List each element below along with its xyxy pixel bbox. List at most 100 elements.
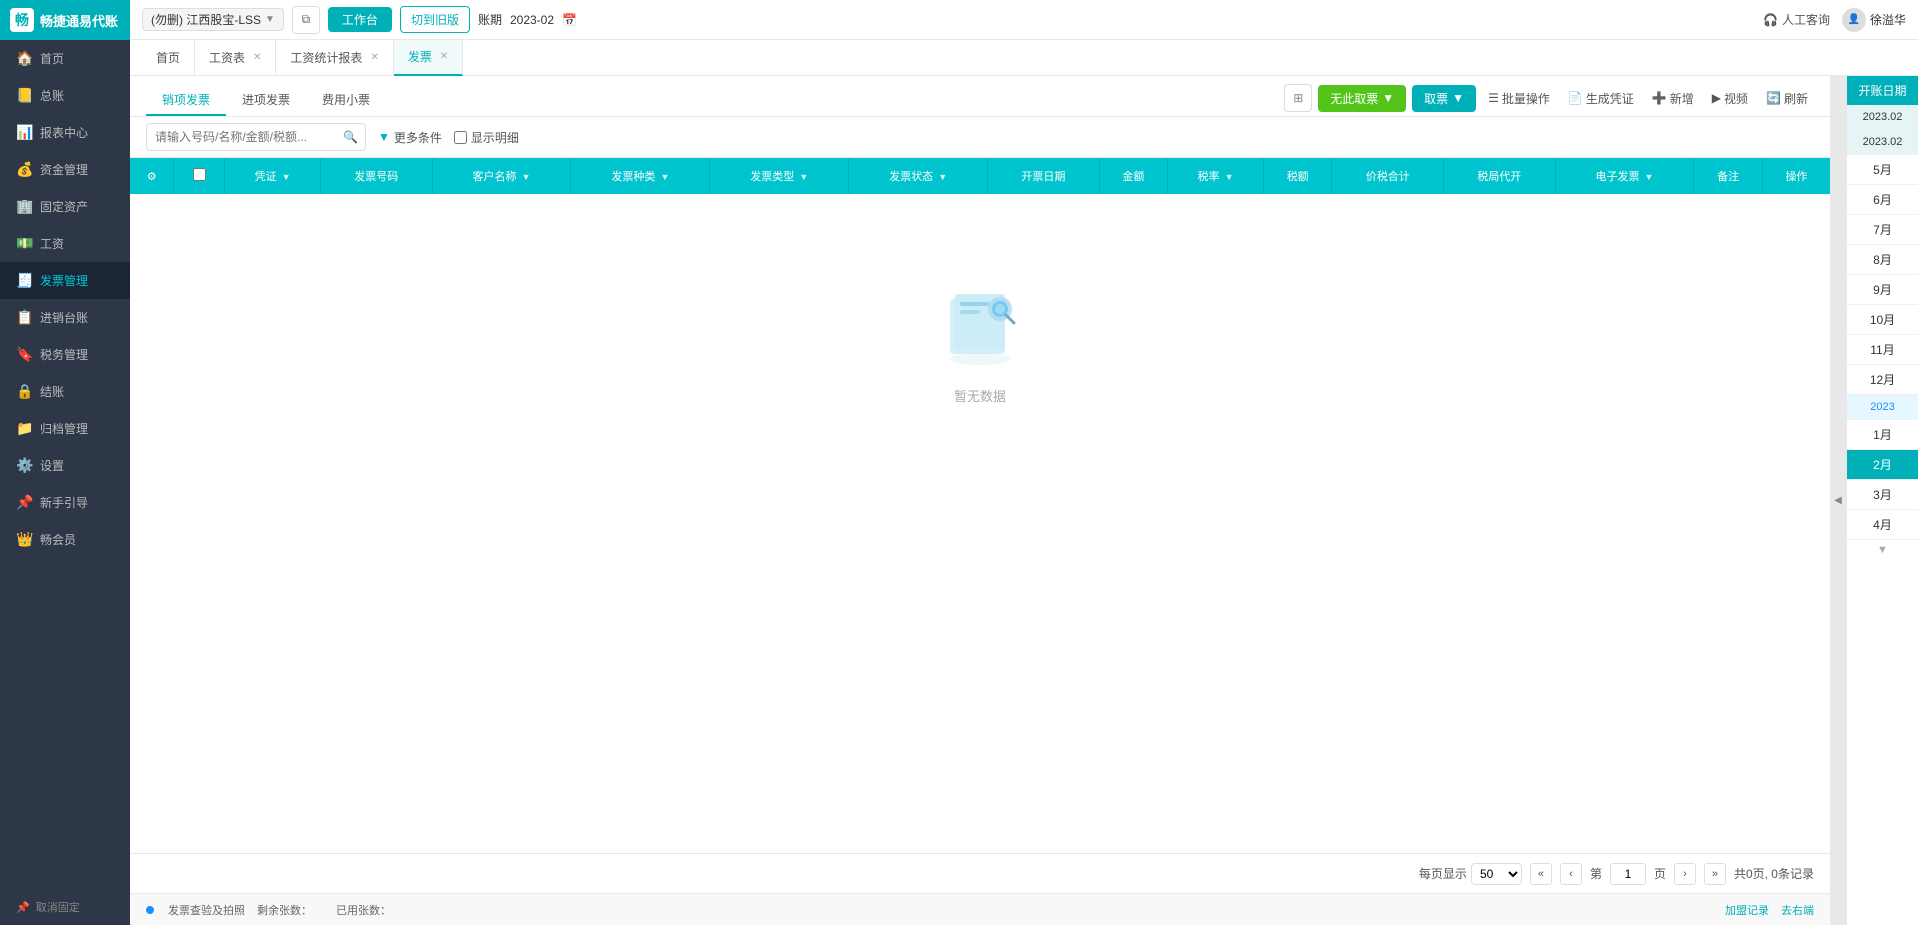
sidebar-item-settings[interactable]: ⚙️ 设置: [0, 447, 130, 484]
service-btn[interactable]: 🎧 人工客询: [1763, 11, 1830, 28]
date-entry-2[interactable]: 7月: [1847, 215, 1918, 245]
tab-label-invoice: 发票: [408, 48, 432, 65]
copy-icon-btn[interactable]: ⧉: [292, 6, 320, 34]
show-detail-checkbox[interactable]: 显示明细: [454, 129, 519, 146]
tab-invoice[interactable]: 发票 ✕: [394, 40, 463, 76]
empty-text: 暂无数据: [954, 386, 1006, 405]
last-page-btn[interactable]: »: [1704, 863, 1726, 885]
empty-state: 暂无数据: [130, 194, 1830, 485]
date-entry-5[interactable]: 10月: [1847, 305, 1918, 335]
th-voucher[interactable]: 凭证 ▼: [225, 158, 321, 194]
tab-home[interactable]: 首页: [142, 40, 195, 76]
sales-icon: 📋: [16, 309, 32, 326]
date-entry-2023-02-top[interactable]: 2023.02: [1847, 105, 1918, 130]
no-invoice-arrow: ▼: [1382, 91, 1394, 105]
page-input[interactable]: [1610, 863, 1646, 885]
first-page-btn[interactable]: «: [1530, 863, 1552, 885]
sidebar-item-invoice[interactable]: 🧾 发票管理: [0, 262, 130, 299]
th-tax_rate[interactable]: 税率 ▼: [1168, 158, 1264, 194]
th-invoice_status[interactable]: 发票状态 ▼: [849, 158, 988, 194]
show-detail-check[interactable]: [454, 131, 467, 144]
sub-tab-sales-label: 销项发票: [162, 93, 210, 107]
grid-icon-btn[interactable]: ⊞: [1284, 84, 1312, 112]
company-selector[interactable]: (勿删) 江西股宝-LSS ▼: [142, 8, 284, 31]
refresh-label: 刷新: [1784, 90, 1808, 107]
user-info[interactable]: 👤 徐溢华: [1842, 8, 1906, 32]
sidebar-item-sales[interactable]: 📋 进销台账: [0, 299, 130, 336]
date-panel-header[interactable]: 开账日期: [1847, 76, 1918, 105]
sidebar-item-guide[interactable]: 📌 新手引导: [0, 484, 130, 521]
sidebar-item-reports[interactable]: 📊 报表中心: [0, 114, 130, 151]
tab-salary-report[interactable]: 工资统计报表✕: [276, 40, 393, 76]
refresh-btn[interactable]: 🔄 刷新: [1760, 86, 1814, 111]
new-icon: ➕: [1652, 91, 1667, 105]
prev-page-btn[interactable]: ‹: [1560, 863, 1582, 885]
no-invoice-btn[interactable]: 无此取票 ▼: [1318, 85, 1406, 112]
date-entry-11[interactable]: 3月: [1847, 480, 1918, 510]
take-ticket-btn[interactable]: 取票 ▼: [1412, 85, 1476, 112]
date-entry-1[interactable]: 6月: [1847, 185, 1918, 215]
join-link[interactable]: 加盟记录: [1725, 902, 1769, 918]
tab-salary[interactable]: 工资表✕: [195, 40, 276, 76]
ledger-icon: 📒: [16, 87, 32, 104]
period-calendar-icon[interactable]: 📅: [562, 13, 577, 27]
work-btn[interactable]: 工作台: [328, 7, 392, 32]
date-entry-8[interactable]: 2023: [1847, 395, 1918, 420]
th-tax_amount: 价税合计: [1332, 158, 1444, 194]
old-ver-btn[interactable]: 切到旧版: [400, 6, 470, 33]
member-icon: 👑: [16, 531, 32, 548]
date-entry-2023-02-top[interactable]: 2023.02: [1847, 130, 1918, 155]
tab-close-invoice[interactable]: ✕: [440, 51, 448, 62]
tab-close-salary-report[interactable]: ✕: [370, 52, 378, 63]
date-panel-expand[interactable]: ◀: [1830, 76, 1846, 925]
sub-tab-purchase[interactable]: 进项发票: [226, 85, 306, 116]
date-entry-0[interactable]: 5月: [1847, 155, 1918, 185]
gen-voucher-btn[interactable]: 📄 生成凭证: [1562, 86, 1640, 111]
next-page-btn[interactable]: ›: [1674, 863, 1696, 885]
date-entry-10[interactable]: 2月: [1847, 450, 1918, 480]
sidebar-bottom-btn[interactable]: 📌 取消固定: [0, 889, 130, 925]
date-entry-6[interactable]: 11月: [1847, 335, 1918, 365]
page-size-select[interactable]: 50 10 20 100: [1471, 863, 1522, 885]
topbar: (勿删) 江西股宝-LSS ▼ ⧉ 工作台 切到旧版 账期 2023-02 📅 …: [130, 0, 1918, 40]
more-filter-btn[interactable]: ▼ 更多条件: [378, 129, 442, 146]
sidebar-item-close[interactable]: 🔒 结账: [0, 373, 130, 410]
bottom-bar: 发票查验及拍照 剩余张数： 已用张数： 加盟记录 去右端: [130, 893, 1830, 925]
sidebar-item-assets[interactable]: 🏢 固定资产: [0, 188, 130, 225]
date-entry-4[interactable]: 9月: [1847, 275, 1918, 305]
th-amount: 金额: [1099, 158, 1167, 194]
sidebar-item-salary[interactable]: 💵 工资: [0, 225, 130, 262]
video-btn[interactable]: ▶ 视频: [1706, 86, 1754, 111]
th-invoice_category[interactable]: 发票类型 ▼: [710, 158, 849, 194]
search-input[interactable]: [146, 123, 366, 151]
date-scroll-down[interactable]: ▼: [1847, 540, 1918, 560]
go-right-link[interactable]: 去右端: [1781, 902, 1814, 918]
th-tax: 税额: [1263, 158, 1331, 194]
select-all-check[interactable]: [193, 168, 206, 181]
batch-ops-btn[interactable]: ☰ 批量操作: [1482, 86, 1556, 111]
sidebar-item-tax[interactable]: 🔖 税务管理: [0, 336, 130, 373]
sidebar-item-archive[interactable]: 📁 归档管理: [0, 410, 130, 447]
sub-tab-sales[interactable]: 销项发票: [146, 85, 226, 116]
date-entry-3[interactable]: 8月: [1847, 245, 1918, 275]
date-entry-12[interactable]: 4月: [1847, 510, 1918, 540]
take-ticket-label: 取票: [1424, 90, 1448, 107]
sidebar-item-funds[interactable]: 💰 资金管理: [0, 151, 130, 188]
sidebar-item-member[interactable]: 👑 畅会员: [0, 521, 130, 558]
th-e_invoice[interactable]: 电子发票 ▼: [1555, 158, 1694, 194]
th-actions: 操作: [1762, 158, 1830, 194]
sub-tab-expense[interactable]: 费用小票: [306, 85, 386, 116]
search-icon: 🔍: [343, 130, 358, 144]
date-entry-9[interactable]: 1月: [1847, 420, 1918, 450]
user-name: 徐溢华: [1870, 11, 1906, 28]
th-invoice_type[interactable]: 发票种类 ▼: [571, 158, 710, 194]
tab-close-salary[interactable]: ✕: [253, 52, 261, 63]
sidebar-item-home[interactable]: 🏠 首页: [0, 40, 130, 77]
invoice-panel: 销项发票 进项发票 费用小票 ⊞ 无此取票 ▼ 取票: [130, 76, 1830, 925]
sidebar-label-home: 首页: [40, 50, 64, 67]
th-customer[interactable]: 客户名称 ▼: [432, 158, 571, 194]
new-btn[interactable]: ➕ 新增: [1646, 86, 1700, 111]
sidebar-item-ledger[interactable]: 📒 总账: [0, 77, 130, 114]
date-entry-7[interactable]: 12月: [1847, 365, 1918, 395]
date-panel: 开账日期 2023.022023.025月6月7月8月9月10月11月12月20…: [1846, 76, 1918, 925]
